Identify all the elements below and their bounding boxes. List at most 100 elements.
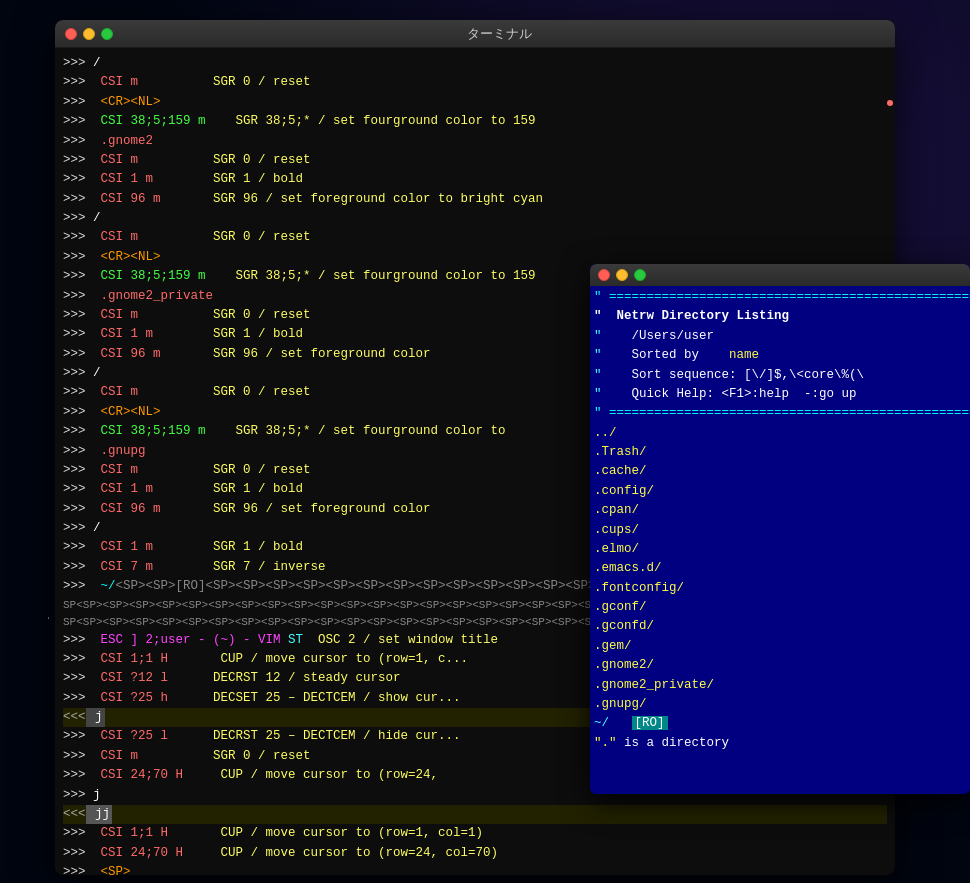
prompt: >>>	[63, 209, 86, 228]
csi-label: CSI 96 m	[86, 345, 161, 364]
prompt: >>>	[63, 747, 86, 766]
prompt: >>>	[63, 844, 86, 863]
prompt: >>>	[63, 863, 86, 875]
prompt: >>>	[63, 93, 86, 112]
netrw-dir-item[interactable]: .gnome2/	[594, 656, 966, 675]
sgr-desc: CUP / move cursor to (row=24,	[183, 766, 438, 785]
maximize-button[interactable]	[101, 28, 113, 40]
csi-label: CSI 38;5;159 m	[86, 267, 206, 286]
prompt: >>>	[63, 689, 86, 708]
prompt: >>>	[63, 151, 86, 170]
netrw-dir-item[interactable]: .gconfd/	[594, 617, 966, 636]
prompt: >>>	[63, 403, 86, 422]
netrw-dir-item[interactable]: .cache/	[594, 462, 966, 481]
netrw-dir-item[interactable]: .gconf/	[594, 598, 966, 617]
terminal-line: >>> CSI 1 m SGR 1 / bold	[63, 170, 887, 189]
prompt: >>>	[63, 650, 86, 669]
sgr-desc: SGR 1 / bold	[153, 538, 303, 557]
netrw-path-line: " /Users/user	[594, 327, 966, 346]
terminal-input-line: <<< jj	[63, 805, 887, 824]
csi-label: CSI 7 m	[86, 558, 154, 577]
netrw-dir-item[interactable]: .fontconfig/	[594, 579, 966, 598]
prompt: >>>	[63, 228, 86, 247]
terminal-line: >>> /	[63, 54, 887, 73]
csi-label: CSI ?12 l	[86, 669, 169, 688]
netrw-dir-item[interactable]: .cpan/	[594, 501, 966, 520]
csi-label: CSI 96 m	[86, 500, 161, 519]
netrw-quickhelp-line: " Quick Help: <F1>:help -:go up	[594, 385, 966, 404]
terminal-line: >>> CSI 24;70 H CUP / move cursor to (ro…	[63, 844, 887, 863]
netrw-dir-item[interactable]: ../	[594, 424, 966, 443]
sgr-desc: SGR 0 / reset	[138, 383, 311, 402]
window-title: ターミナル	[113, 25, 885, 43]
sgr-desc: SGR 7 / inverse	[153, 558, 326, 577]
gnome-label: .gnome2_private	[86, 287, 214, 306]
sgr-desc: SGR 96 / set foreground color	[161, 500, 431, 519]
prompt: >>>	[63, 442, 86, 461]
csi-label: CSI 38;5;159 m	[86, 112, 206, 131]
netrw-dir-item[interactable]: .gem/	[594, 637, 966, 656]
terminal-line: >>> CSI m SGR 0 / reset	[63, 73, 887, 92]
sgr-desc: SGR 38;5;* / set fourground color to 159	[206, 112, 536, 131]
input-value: j	[86, 708, 105, 727]
netrw-status-line: ~/ [RO]	[594, 714, 966, 733]
prompt: >>>	[63, 345, 86, 364]
prompt: >>>	[63, 364, 86, 383]
sgr-desc: SGR 0 / reset	[138, 306, 311, 325]
netrw-header: " Netrw Directory Listing	[594, 307, 966, 326]
line-content: j	[86, 786, 101, 805]
osc-desc: OSC 2 / set window title	[303, 631, 498, 650]
sgr-desc: SGR 0 / reset	[138, 73, 311, 92]
prompt: >>>	[63, 786, 86, 805]
sp-label: <SP>	[86, 863, 131, 875]
sgr-desc: SGR 38;5;* / set fourground color to 159	[206, 267, 536, 286]
terminal-line: >>> CSI 1;1 H CUP / move cursor to (row=…	[63, 824, 887, 843]
prompt: >>>	[63, 669, 86, 688]
prompt: >>>	[63, 500, 86, 519]
prompt: >>>	[63, 248, 86, 267]
crnl-label: <CR><NL>	[86, 248, 161, 267]
prompt: >>>	[63, 766, 86, 785]
input-prompt: <<<	[63, 708, 86, 727]
sgr-desc: SGR 0 / reset	[138, 461, 311, 480]
prompt: >>>	[63, 73, 86, 92]
prompt: >>>	[63, 190, 86, 209]
line-content: /	[86, 54, 101, 73]
terminal-line: >>> CSI 96 m SGR 96 / set foreground col…	[63, 190, 887, 209]
crnl-label: <CR><NL>	[86, 403, 161, 422]
prompt: >>>	[63, 112, 86, 131]
netrw-maximize-button[interactable]	[634, 269, 646, 281]
minimize-button[interactable]	[83, 28, 95, 40]
netrw-dir-item[interactable]: .elmo/	[594, 540, 966, 559]
csi-label: CSI ?25 h	[86, 689, 169, 708]
netrw-dir-item[interactable]: .config/	[594, 482, 966, 501]
sgr-desc: SGR 96 / set foreground color	[161, 345, 431, 364]
close-button[interactable]	[65, 28, 77, 40]
input-value: jj	[86, 805, 113, 824]
prompt: >>>	[63, 727, 86, 746]
netrw-dir-item[interactable]: .cups/	[594, 521, 966, 540]
main-titlebar: ターミナル	[55, 20, 895, 48]
csi-label: CSI m	[86, 383, 139, 402]
csi-label: CSI 24;70 H	[86, 844, 184, 863]
netrw-minimize-button[interactable]	[616, 269, 628, 281]
terminal-line: >>> CSI m SGR 0 / reset	[63, 228, 887, 247]
csi-label: CSI m	[86, 306, 139, 325]
prompt: >>>	[63, 631, 86, 650]
netrw-dir-item[interactable]: .emacs.d/	[594, 559, 966, 578]
csi-label: CSI 1;1 H	[86, 650, 169, 669]
csi-label: CSI 1 m	[86, 170, 154, 189]
crnl-label: <CR><NL>	[86, 93, 161, 112]
terminal-line: >>> <SP>	[63, 863, 887, 875]
netrw-dir-item[interactable]: .gnome2_private/	[594, 676, 966, 695]
sgr-desc: CUP / move cursor to (row=1, col=1)	[168, 824, 483, 843]
csi-label: CSI m	[86, 151, 139, 170]
prompt: >>>	[63, 558, 86, 577]
netrw-dir-item[interactable]: .Trash/	[594, 443, 966, 462]
netrw-traffic-lights	[598, 269, 646, 281]
netrw-dir-item[interactable]: .gnupg/	[594, 695, 966, 714]
scrollbar-indicator[interactable]	[887, 100, 893, 106]
netrw-close-button[interactable]	[598, 269, 610, 281]
netrw-window[interactable]: " ======================================…	[590, 264, 970, 794]
sgr-desc: SGR 1 / bold	[153, 325, 303, 344]
